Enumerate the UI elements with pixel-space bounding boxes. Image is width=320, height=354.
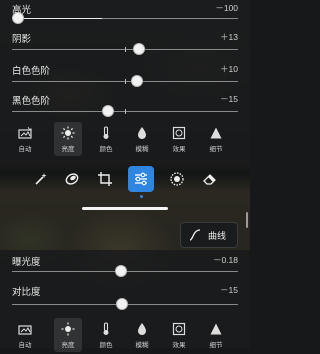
tool-adjust[interactable] (128, 166, 154, 198)
brightness-icon (61, 322, 75, 336)
tab-color[interactable]: 颜色 (92, 122, 120, 156)
slider-value: －15 (220, 285, 238, 295)
drop-icon (138, 127, 146, 139)
tab-detail[interactable]: 细节 (202, 318, 230, 352)
slider-label: 黑色色阶 (12, 96, 51, 107)
mask-icon (65, 173, 79, 185)
slider-value: －100 (215, 3, 238, 13)
curve-icon (189, 229, 201, 241)
tab-auto[interactable]: 自动 (11, 318, 39, 352)
adjust-sliders-icon (135, 172, 147, 186)
tab-brightness[interactable]: 亮度 (54, 318, 82, 352)
adjust-panel-top: 高光 －100 阴影 ＋13 白色色阶 ＋10 黑色色阶 －15 自动 亮度 颜… (0, 0, 250, 160)
tab-label: 自动 (18, 146, 32, 153)
slider-track[interactable] (12, 43, 238, 55)
slider-thumb[interactable] (131, 75, 143, 87)
tab-detail[interactable]: 细节 (202, 122, 230, 156)
slider-thumb[interactable] (116, 298, 128, 310)
scroll-indicator[interactable] (246, 212, 248, 228)
slider-track[interactable] (12, 265, 238, 277)
slider-shadows[interactable]: 阴影 ＋13 (0, 31, 250, 67)
crop-icon (98, 172, 112, 186)
slider-label: 对比度 (12, 287, 41, 298)
tab-label: 模糊 (135, 146, 149, 153)
tab-auto[interactable]: 自动 (11, 122, 39, 156)
tab-label: 细节 (209, 146, 223, 153)
tool-mask[interactable] (59, 166, 85, 192)
slider-fill (12, 18, 102, 19)
tab-label: 效果 (172, 146, 186, 153)
edit-toolbar (0, 166, 250, 200)
adjust-panel-bottom: 曝光度 －0.18 对比度 －15 自动 亮度 颜色 模糊 效果 细节 (0, 250, 250, 352)
effects-icon (172, 322, 186, 336)
tab-label: 颜色 (99, 146, 113, 153)
adjust-category-tabs-bottom: 自动 亮度 颜色 模糊 效果 细节 (0, 318, 250, 354)
slider-value: ＋13 (220, 32, 238, 42)
slider-label: 白色色阶 (12, 66, 51, 77)
tool-heal[interactable] (28, 166, 54, 192)
slider-thumb[interactable] (133, 43, 145, 55)
auto-icon (18, 126, 32, 139)
active-indicator-dot (140, 195, 143, 198)
heal-wand-icon (35, 173, 47, 185)
thermometer-icon (103, 322, 109, 335)
tool-eraser[interactable] (197, 166, 223, 192)
auto-icon (18, 325, 32, 335)
drop-icon (138, 323, 146, 335)
slider-track[interactable] (12, 298, 238, 310)
slider-label: 阴影 (12, 34, 32, 45)
brightness-icon (61, 126, 75, 140)
slider-contrast[interactable]: 对比度 －15 (0, 284, 250, 320)
triangle-icon (210, 323, 222, 335)
slider-label: 曝光度 (12, 257, 41, 268)
tool-crop[interactable] (92, 166, 118, 192)
slider-center-mark (125, 79, 126, 84)
tab-blur[interactable]: 模糊 (128, 122, 156, 156)
slider-value: ＋10 (220, 64, 238, 74)
slider-thumb[interactable] (115, 265, 127, 277)
slider-value: －15 (220, 94, 238, 104)
slider-thumb[interactable] (12, 12, 24, 24)
slider-track[interactable] (12, 75, 238, 87)
triangle-icon (210, 127, 222, 139)
tool-presets[interactable] (164, 166, 190, 192)
tab-brightness[interactable]: 亮度 (54, 122, 82, 156)
adjust-category-tabs: 自动 亮度 颜色 模糊 效果 细节 (0, 122, 250, 158)
curve-button[interactable]: 曲线 (180, 222, 238, 248)
tab-label: 亮度 (61, 146, 75, 153)
slider-thumb[interactable] (102, 105, 114, 117)
effects-icon (172, 126, 186, 140)
curve-button-label: 曲线 (208, 231, 227, 241)
slider-center-mark (125, 109, 126, 114)
slider-value: －0.18 (212, 255, 238, 265)
panel-drag-handle[interactable] (82, 207, 168, 210)
slider-center-mark (125, 47, 126, 52)
tab-blur[interactable]: 模糊 (128, 318, 156, 352)
thermometer-icon (103, 126, 109, 139)
tab-effects[interactable]: 效果 (165, 318, 193, 352)
tab-color[interactable]: 颜色 (92, 318, 120, 352)
presets-icon (170, 172, 184, 186)
tab-effects[interactable]: 效果 (165, 122, 193, 156)
eraser-icon (203, 174, 216, 185)
slider-track[interactable] (12, 12, 238, 24)
slider-track[interactable] (12, 105, 238, 117)
